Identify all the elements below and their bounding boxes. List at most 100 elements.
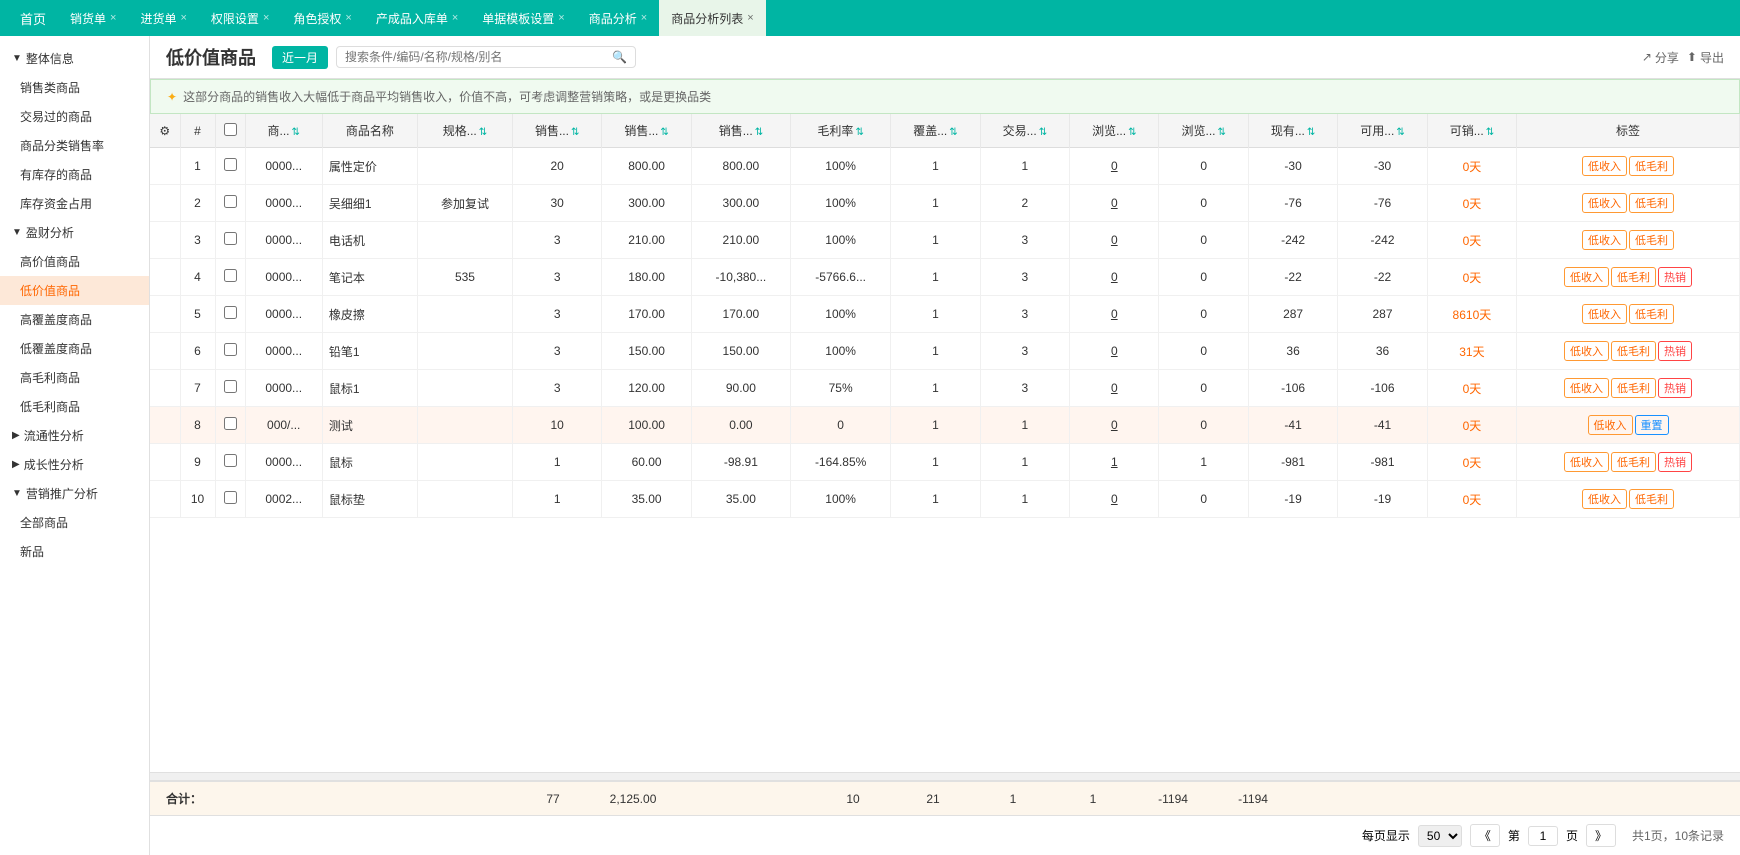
cell-browse1[interactable]: 0 xyxy=(1070,296,1159,333)
row-checkbox[interactable] xyxy=(224,232,237,245)
th-sell[interactable]: 可销...⇅ xyxy=(1427,114,1516,148)
th-coverage[interactable]: 覆盖...⇅ xyxy=(891,114,980,148)
close-template-settings[interactable]: × xyxy=(558,12,564,24)
export-button[interactable]: ⬆ 导出 xyxy=(1687,49,1724,66)
nav-sales-order[interactable]: 销货单 × xyxy=(58,0,128,36)
browse1-link[interactable]: 0 xyxy=(1111,159,1118,173)
th-avail[interactable]: 可用...⇅ xyxy=(1338,114,1427,148)
browse1-link[interactable]: 0 xyxy=(1111,344,1118,358)
cell-checkbox[interactable] xyxy=(215,333,245,370)
row-checkbox[interactable] xyxy=(224,269,237,282)
close-sales-order[interactable]: × xyxy=(110,12,116,24)
scrollbar-area[interactable] xyxy=(150,772,1740,780)
cell-checkbox[interactable] xyxy=(215,259,245,296)
close-product-warehouse[interactable]: × xyxy=(452,12,458,24)
next-page-button[interactable]: 》 xyxy=(1586,824,1616,847)
browse1-link[interactable]: 0 xyxy=(1111,233,1118,247)
cell-browse1[interactable]: 0 xyxy=(1070,481,1159,518)
sidebar-item-low-coverage[interactable]: 低覆盖度商品 xyxy=(0,334,149,363)
sidebar-item-high-coverage[interactable]: 高覆盖度商品 xyxy=(0,305,149,334)
sidebar-group-profit[interactable]: ▼ 盈财分析 xyxy=(0,218,149,247)
sidebar-item-low-margin[interactable]: 低毛利商品 xyxy=(0,392,149,421)
sidebar-group-marketing[interactable]: ▼ 营销推广分析 xyxy=(0,479,149,508)
browse1-link[interactable]: 0 xyxy=(1111,381,1118,395)
first-page-button[interactable]: 《 xyxy=(1470,824,1500,847)
th-checkbox[interactable] xyxy=(215,114,245,148)
cell-checkbox[interactable] xyxy=(215,444,245,481)
cell-checkbox[interactable] xyxy=(215,185,245,222)
sidebar-item-high-value[interactable]: 高价值商品 xyxy=(0,247,149,276)
row-checkbox[interactable] xyxy=(224,343,237,356)
sidebar-item-stock-goods[interactable]: 有库存的商品 xyxy=(0,160,149,189)
th-code[interactable]: 商...⇅ xyxy=(245,114,322,148)
row-checkbox[interactable] xyxy=(224,158,237,171)
sidebar-item-sales-goods[interactable]: 销售类商品 xyxy=(0,73,149,102)
nav-purchase-order[interactable]: 进货单 × xyxy=(128,0,198,36)
th-spec[interactable]: 规格...⇅ xyxy=(417,114,512,148)
browse1-link[interactable]: 0 xyxy=(1111,492,1118,506)
th-gross-rate[interactable]: 毛利率⇅ xyxy=(791,114,891,148)
cell-checkbox[interactable] xyxy=(215,222,245,259)
page-number-input[interactable] xyxy=(1528,826,1558,846)
sidebar-item-all-goods[interactable]: 全部商品 xyxy=(0,508,149,537)
cell-browse1[interactable]: 0 xyxy=(1070,259,1159,296)
nav-permissions[interactable]: 权限设置 × xyxy=(199,0,281,36)
cell-browse1[interactable]: 1 xyxy=(1070,444,1159,481)
sidebar-item-high-margin[interactable]: 高毛利商品 xyxy=(0,363,149,392)
close-product-analysis[interactable]: × xyxy=(641,12,647,24)
page-size-select[interactable]: 50 xyxy=(1418,825,1462,847)
row-checkbox[interactable] xyxy=(224,195,237,208)
row-checkbox[interactable] xyxy=(224,417,237,430)
table-container[interactable]: ⚙ # 商...⇅ 商品名称 规格...⇅ 销售...⇅ 销售...⇅ 销售..… xyxy=(150,114,1740,772)
cell-checkbox[interactable] xyxy=(215,481,245,518)
nav-product-warehouse[interactable]: 产成品入库单 × xyxy=(364,0,470,36)
nav-template-settings[interactable]: 单据模板设置 × xyxy=(470,0,576,36)
row-checkbox[interactable] xyxy=(224,306,237,319)
cell-browse1[interactable]: 0 xyxy=(1070,333,1159,370)
row-checkbox[interactable] xyxy=(224,454,237,467)
cell-checkbox[interactable] xyxy=(215,407,245,444)
nav-product-analysis-list[interactable]: 商品分析列表 × xyxy=(659,0,765,36)
nav-role-auth[interactable]: 角色授权 × xyxy=(281,0,363,36)
cell-browse1[interactable]: 0 xyxy=(1070,222,1159,259)
sidebar-item-stock-capital[interactable]: 库存资金占用 xyxy=(0,189,149,218)
sidebar-group-growth[interactable]: ▶ 成长性分析 xyxy=(0,450,149,479)
browse1-link[interactable]: 0 xyxy=(1111,196,1118,210)
th-sales-qty[interactable]: 销售...⇅ xyxy=(512,114,601,148)
browse1-link[interactable]: 0 xyxy=(1111,270,1118,284)
row-checkbox[interactable] xyxy=(224,380,237,393)
cell-checkbox[interactable] xyxy=(215,370,245,407)
share-button[interactable]: ↗ 分享 xyxy=(1642,49,1679,66)
row-checkbox[interactable] xyxy=(224,491,237,504)
select-all-checkbox[interactable] xyxy=(224,123,237,136)
close-product-analysis-list[interactable]: × xyxy=(747,12,753,24)
sidebar-item-category-sales-rate[interactable]: 商品分类销售率 xyxy=(0,131,149,160)
close-purchase-order[interactable]: × xyxy=(180,12,186,24)
sidebar-item-new-goods[interactable]: 新品 xyxy=(0,537,149,566)
th-stock1[interactable]: 现有...⇅ xyxy=(1248,114,1337,148)
browse1-link[interactable]: 0 xyxy=(1111,418,1118,432)
th-sales-amt[interactable]: 销售...⇅ xyxy=(602,114,691,148)
sidebar-group-liquidity[interactable]: ▶ 流通性分析 xyxy=(0,421,149,450)
th-trade[interactable]: 交易...⇅ xyxy=(980,114,1069,148)
nav-product-analysis[interactable]: 商品分析 × xyxy=(577,0,659,36)
cell-browse1[interactable]: 0 xyxy=(1070,407,1159,444)
cell-browse1[interactable]: 0 xyxy=(1070,370,1159,407)
th-browse1[interactable]: 浏览...⇅ xyxy=(1070,114,1159,148)
search-icon[interactable]: 🔍 xyxy=(612,50,627,64)
browse1-link[interactable]: 0 xyxy=(1111,307,1118,321)
browse1-link[interactable]: 1 xyxy=(1111,455,1118,469)
th-browse2[interactable]: 浏览...⇅ xyxy=(1159,114,1248,148)
close-permissions[interactable]: × xyxy=(263,12,269,24)
cell-browse1[interactable]: 0 xyxy=(1070,185,1159,222)
cell-browse1[interactable]: 0 xyxy=(1070,148,1159,185)
close-role-auth[interactable]: × xyxy=(345,12,351,24)
cell-checkbox[interactable] xyxy=(215,296,245,333)
sidebar-item-low-value[interactable]: 低价值商品 xyxy=(0,276,149,305)
th-settings[interactable]: ⚙ xyxy=(150,114,180,148)
sidebar-item-traded-goods[interactable]: 交易过的商品 xyxy=(0,102,149,131)
th-sales-amt2[interactable]: 销售...⇅ xyxy=(691,114,790,148)
search-input[interactable] xyxy=(345,50,608,64)
cell-checkbox[interactable] xyxy=(215,148,245,185)
filter-button[interactable]: 近一月 xyxy=(272,46,328,69)
